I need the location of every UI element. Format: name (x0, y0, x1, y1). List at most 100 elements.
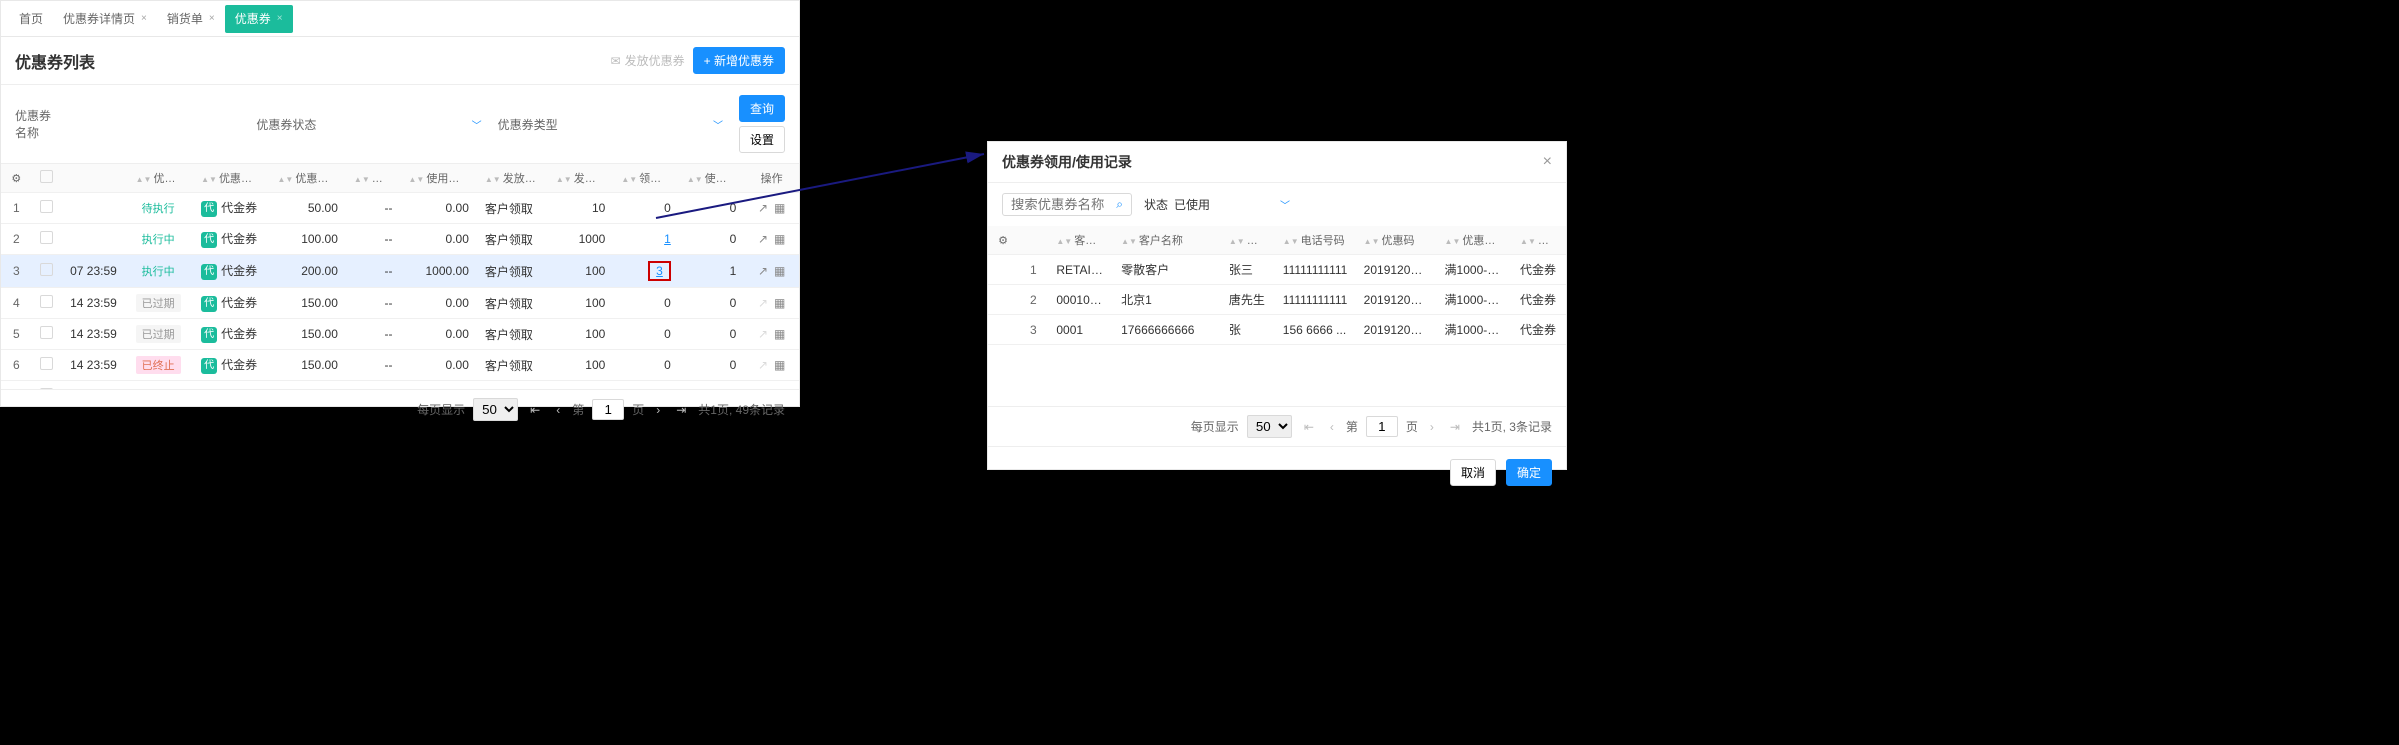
share-icon[interactable]: ↗ (758, 264, 768, 278)
sort-icon[interactable]: ▲▼ (621, 177, 637, 182)
tab-sales[interactable]: 销货单× (157, 5, 225, 33)
qrcode-icon[interactable]: ▦ (774, 296, 785, 310)
modal-search[interactable]: ⌕ (1002, 193, 1132, 216)
per-page-select[interactable]: 50 (1247, 415, 1292, 438)
coupon-type-column[interactable]: ▲▼优惠券类 (1512, 226, 1566, 255)
first-page-button[interactable]: ⇤ (1300, 420, 1318, 434)
close-icon[interactable]: × (1543, 153, 1552, 171)
modal-search-input[interactable] (1011, 197, 1110, 212)
add-coupon-button[interactable]: + 新增优惠券 (693, 47, 785, 74)
qrcode-icon[interactable]: ▦ (774, 358, 785, 372)
tab-detail[interactable]: 优惠券详情页× (53, 5, 157, 33)
checkbox-icon[interactable] (40, 388, 53, 389)
use-column[interactable]: ▲▼使用数量 (679, 164, 744, 193)
next-page-button[interactable]: › (652, 403, 664, 417)
row-checkbox[interactable] (32, 381, 63, 390)
close-icon[interactable]: × (209, 13, 215, 24)
claim-column[interactable]: ▲▼领用数量 (613, 164, 678, 193)
customer-name-column[interactable]: ▲▼客户名称 (1113, 226, 1221, 255)
gear-column[interactable]: ⚙ (988, 226, 1018, 255)
sort-icon[interactable]: ▲▼ (687, 177, 703, 182)
table-row[interactable]: 3 07 23:59 执行中 代代金券 200.00 -- 1000.00 客户… (1, 255, 799, 288)
filter-type-select[interactable]: ﹀ (564, 117, 723, 132)
table-row[interactable]: 3 0001 17666666666 张 156 6666 ... 201912… (988, 315, 1566, 345)
sort-icon[interactable]: ▲▼ (1364, 239, 1380, 244)
per-page-select[interactable]: 50 (473, 398, 518, 421)
sort-icon[interactable]: ▲▼ (556, 177, 572, 182)
prev-page-button[interactable]: ‹ (552, 403, 564, 417)
qrcode-icon[interactable]: ▦ (774, 327, 785, 341)
sort-icon[interactable]: ▲▼ (1445, 239, 1461, 244)
page-input[interactable] (592, 399, 624, 420)
face-column[interactable]: ▲▼优惠券面值 (270, 164, 346, 193)
coupon-code-column[interactable]: ▲▼优惠码 (1356, 226, 1437, 255)
claim-count-link[interactable]: 1 (664, 232, 671, 246)
close-icon[interactable]: × (141, 13, 147, 24)
table-row[interactable]: 4 14 23:59 已过期 代代金券 150.00 -- 0.00 客户领取 … (1, 288, 799, 319)
row-checkbox[interactable] (32, 288, 63, 319)
qrcode-icon[interactable]: ▦ (774, 264, 785, 278)
sort-icon[interactable]: ▲▼ (136, 177, 152, 182)
prev-page-button[interactable]: ‹ (1326, 420, 1338, 434)
chevron-down-icon[interactable]: ﹀ (1280, 197, 1290, 212)
table-row[interactable]: 1 RETAIL... 零散客户 张三 11111111111 20191201… (988, 255, 1566, 285)
filter-name-input[interactable] (63, 112, 240, 136)
checkbox-icon[interactable] (40, 200, 53, 213)
topic-column[interactable]: ▲▼优惠主题 (1437, 226, 1512, 255)
share-icon[interactable]: ↗ (758, 232, 768, 246)
next-page-button[interactable]: › (1426, 420, 1438, 434)
claim-count-link[interactable]: 3 (656, 264, 663, 278)
row-checkbox[interactable] (32, 224, 63, 255)
table-row[interactable]: 2 00010001 北京1 唐先生 11111111111 201912017… (988, 285, 1566, 315)
sort-icon[interactable]: ▲▼ (1283, 239, 1299, 244)
sort-icon[interactable]: ▲▼ (1520, 239, 1536, 244)
checkbox-icon[interactable] (40, 170, 53, 183)
search-icon[interactable]: ⌕ (1116, 197, 1123, 212)
sort-icon[interactable]: ▲▼ (408, 177, 424, 182)
qrcode-icon[interactable]: ▦ (774, 232, 785, 246)
method-column[interactable]: ▲▼发放方式 (477, 164, 548, 193)
query-button[interactable]: 查询 (739, 95, 785, 122)
checkbox-icon[interactable] (40, 326, 53, 339)
ok-button[interactable]: 确定 (1506, 459, 1552, 486)
coupon-table-wrap[interactable]: ⚙ ▲▼优惠券状态 ▲▼优惠券类型 ▲▼优惠券面值 ▲▼折扣% ▲▼使用门槛..… (1, 164, 799, 389)
phone-column[interactable]: ▲▼电话号码 (1275, 226, 1356, 255)
checkbox-icon[interactable] (40, 231, 53, 244)
gear-column[interactable]: ⚙ (1, 164, 32, 193)
customer-code-column[interactable]: ▲▼客户... (1048, 226, 1113, 255)
sort-icon[interactable]: ▲▼ (1056, 239, 1072, 244)
sort-icon[interactable]: ▲▼ (201, 177, 217, 182)
table-row[interactable]: 1 待执行 代代金券 50.00 -- 0.00 客户领取 10 0 0 ↗▦ (1, 193, 799, 224)
time-column[interactable] (62, 164, 127, 193)
page-input[interactable] (1366, 416, 1398, 437)
sort-icon[interactable]: ▲▼ (485, 177, 501, 182)
tab-coupon[interactable]: 优惠券× (225, 5, 293, 33)
last-page-button[interactable]: ⇥ (1446, 420, 1464, 434)
contact-column[interactable]: ▲▼联系人 (1221, 226, 1275, 255)
last-page-button[interactable]: ⇥ (672, 403, 690, 417)
settings-button[interactable]: 设置 (739, 126, 785, 153)
issue-column[interactable]: ▲▼发行数量 (548, 164, 613, 193)
sort-icon[interactable]: ▲▼ (1229, 239, 1245, 244)
table-row[interactable]: 7 14 23:59 待发布 代代金券 150.00 -- 0.00 客户领取 … (1, 381, 799, 390)
share-icon[interactable]: ↗ (758, 201, 768, 215)
close-icon[interactable]: × (277, 13, 283, 24)
discount-column[interactable]: ▲▼折扣% (346, 164, 401, 193)
table-row[interactable]: 5 14 23:59 已过期 代代金券 150.00 -- 0.00 客户领取 … (1, 319, 799, 350)
sort-icon[interactable]: ▲▼ (1121, 239, 1137, 244)
modal-table-wrap[interactable]: ⚙ ▲▼客户... ▲▼客户名称 ▲▼联系人 ▲▼电话号码 ▲▼优惠码 ▲▼优惠… (988, 226, 1566, 406)
row-checkbox[interactable] (32, 350, 63, 381)
sort-icon[interactable]: ▲▼ (354, 177, 370, 182)
checkbox-column[interactable] (32, 164, 63, 193)
table-row[interactable]: 6 14 23:59 已终止 代代金券 150.00 -- 0.00 客户领取 … (1, 350, 799, 381)
modal-status-value[interactable]: 已使用 (1174, 196, 1274, 213)
row-checkbox[interactable] (32, 193, 63, 224)
checkbox-icon[interactable] (40, 295, 53, 308)
type-column[interactable]: ▲▼优惠券类型 (193, 164, 269, 193)
checkbox-icon[interactable] (40, 263, 53, 276)
row-checkbox[interactable] (32, 255, 63, 288)
qrcode-icon[interactable]: ▦ (774, 201, 785, 215)
cancel-button[interactable]: 取消 (1450, 459, 1496, 486)
first-page-button[interactable]: ⇤ (526, 403, 544, 417)
checkbox-icon[interactable] (40, 357, 53, 370)
